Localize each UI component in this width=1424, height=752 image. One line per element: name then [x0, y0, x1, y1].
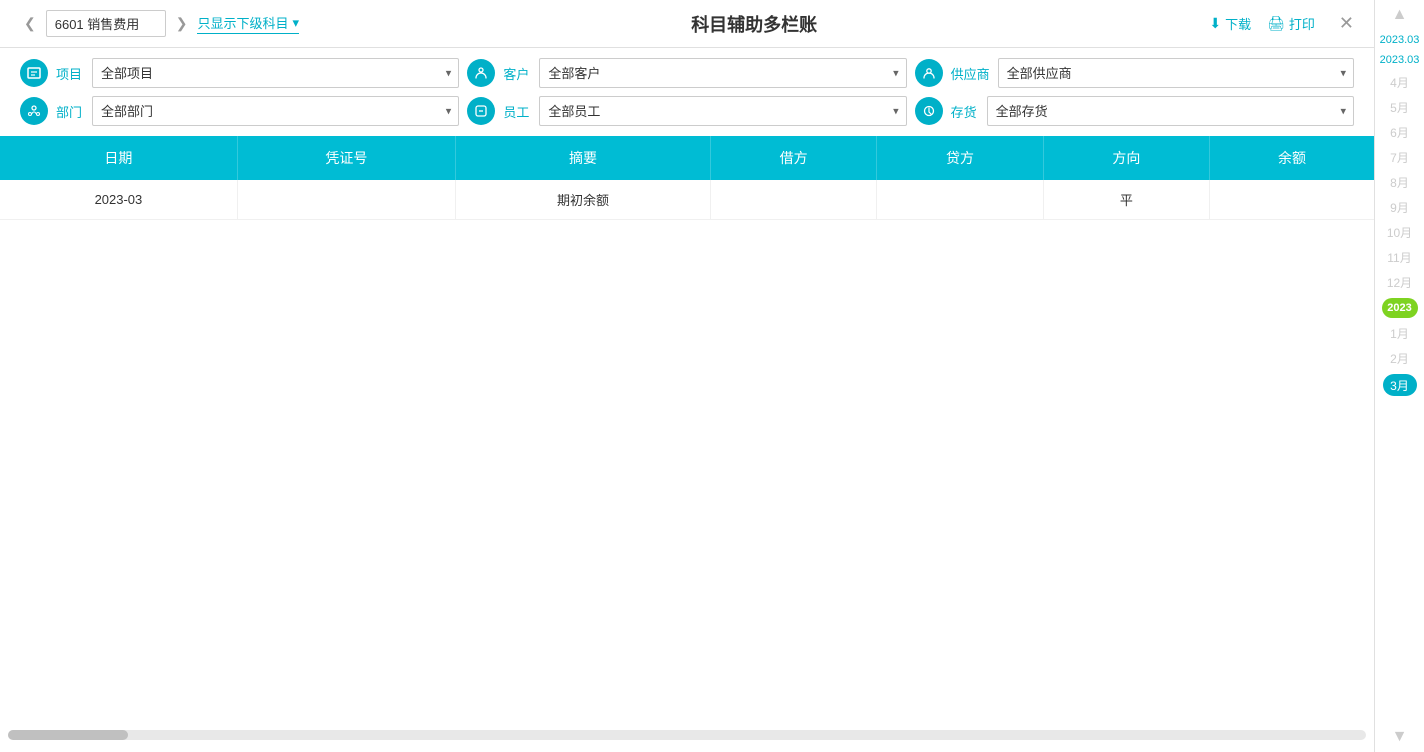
- filter-employee-row: 员工 全部员工: [467, 96, 906, 126]
- sidebar-item-9[interactable]: 9月: [1375, 195, 1424, 220]
- sidebar-item-11[interactable]: 11月: [1375, 245, 1424, 270]
- customer-label: 客户: [503, 64, 531, 83]
- cell-date: 2023-03: [0, 180, 237, 220]
- inventory-label: 存货: [951, 102, 979, 121]
- cell-direction: 平: [1043, 180, 1209, 220]
- timeline-sidebar: ▲ 2023.03 2023.03 4月 5月 6月 7月 8月 9月 10月 …: [1374, 0, 1424, 752]
- page-title: 科目辅助多栏账: [299, 11, 1209, 37]
- print-icon: 🖨: [1267, 15, 1285, 32]
- sidebar-item-2023-03-2[interactable]: 2023.03: [1375, 50, 1424, 70]
- project-label: 项目: [56, 64, 84, 83]
- print-button[interactable]: 🖨 打印: [1267, 14, 1315, 33]
- filter-department-row: 部门 全部部门: [20, 96, 459, 126]
- cell-voucher: [237, 180, 455, 220]
- ledger-table: 日期 凭证号 摘要 借方 贷方 方向 余额 2023-03 期初余额: [0, 136, 1374, 220]
- customer-select[interactable]: 全部客户: [539, 58, 906, 88]
- horizontal-scrollbar[interactable]: [8, 730, 1366, 740]
- cell-summary: 期初余额: [455, 180, 710, 220]
- project-select-wrapper: 全部项目: [92, 58, 459, 88]
- account-code: 6601 销售费用: [46, 10, 166, 37]
- customer-select-wrapper: 全部客户: [539, 58, 906, 88]
- sidebar-item-2023-03-1[interactable]: 2023.03: [1375, 30, 1424, 50]
- sidebar-item-5[interactable]: 5月: [1375, 95, 1424, 120]
- cell-balance: [1210, 180, 1375, 220]
- col-summary: 摘要: [455, 136, 710, 180]
- sidebar-item-3-active[interactable]: 3月: [1383, 374, 1417, 396]
- sidebar-item-4[interactable]: 4月: [1375, 70, 1424, 95]
- sidebar-item-8[interactable]: 8月: [1375, 170, 1424, 195]
- sidebar-item-6[interactable]: 6月: [1375, 120, 1424, 145]
- filter-project-row: 项目 全部项目: [20, 58, 459, 88]
- employee-select[interactable]: 全部员工: [539, 96, 906, 126]
- ledger-table-wrapper: 日期 凭证号 摘要 借方 贷方 方向 余额 2023-03 期初余额: [0, 136, 1374, 220]
- header: ❮ 6601 销售费用 ❯ 只显示下级科目 ▾ 科目辅助多栏账 ⬇ 下载 🖨 打…: [0, 0, 1374, 48]
- supplier-label: 供应商: [951, 64, 990, 83]
- supplier-icon: [915, 59, 943, 87]
- col-debit: 借方: [711, 136, 877, 180]
- inventory-icon: [915, 97, 943, 125]
- sidebar-item-1[interactable]: 1月: [1375, 321, 1424, 346]
- employee-select-wrapper: 全部员工: [539, 96, 906, 126]
- cell-debit: [711, 180, 877, 220]
- filter-supplier-row: 供应商 全部供应商: [915, 58, 1354, 88]
- employee-icon: [467, 97, 495, 125]
- col-credit: 贷方: [877, 136, 1043, 180]
- inventory-select-wrapper: 全部存货: [987, 96, 1354, 126]
- next-account-arrow[interactable]: ❯: [172, 13, 192, 34]
- sidebar-year-2023[interactable]: 2023: [1382, 298, 1418, 318]
- department-select-wrapper: 全部部门: [92, 96, 459, 126]
- sidebar-item-12[interactable]: 12月: [1375, 270, 1424, 295]
- prev-account-arrow[interactable]: ❮: [20, 13, 40, 34]
- close-button[interactable]: ✕: [1339, 13, 1354, 34]
- employee-label: 员工: [503, 102, 531, 121]
- download-icon: ⬇: [1209, 15, 1221, 32]
- sidebar-item-7[interactable]: 7月: [1375, 145, 1424, 170]
- header-actions: ⬇ 下载 🖨 打印 ✕: [1209, 13, 1354, 34]
- header-left: ❮ 6601 销售费用 ❯ 只显示下级科目 ▾: [20, 10, 299, 37]
- show-lower-button[interactable]: 只显示下级科目 ▾: [197, 13, 299, 34]
- department-label: 部门: [56, 102, 84, 121]
- supplier-select[interactable]: 全部供应商: [998, 58, 1354, 88]
- sidebar-down-arrow[interactable]: ▼: [1392, 722, 1408, 752]
- col-voucher: 凭证号: [237, 136, 455, 180]
- project-icon: [20, 59, 48, 87]
- download-button[interactable]: ⬇ 下载: [1209, 14, 1251, 33]
- filter-customer-row: 客户 全部客户: [467, 58, 906, 88]
- sidebar-up-arrow[interactable]: ▲: [1392, 0, 1408, 30]
- department-select[interactable]: 全部部门: [92, 96, 459, 126]
- inventory-select[interactable]: 全部存货: [987, 96, 1354, 126]
- scrollbar-thumb: [8, 730, 128, 740]
- supplier-select-wrapper: 全部供应商: [998, 58, 1354, 88]
- project-select[interactable]: 全部项目: [92, 58, 459, 88]
- col-direction: 方向: [1043, 136, 1209, 180]
- sidebar-item-10[interactable]: 10月: [1375, 220, 1424, 245]
- col-date: 日期: [0, 136, 237, 180]
- sidebar-item-2[interactable]: 2月: [1375, 346, 1424, 371]
- department-icon: [20, 97, 48, 125]
- cell-credit: [877, 180, 1043, 220]
- filter-inventory-row: 存货 全部存货: [915, 96, 1354, 126]
- col-balance: 余额: [1210, 136, 1375, 180]
- customer-icon: [467, 59, 495, 87]
- filter-bar: 项目 全部项目 客户 全部客户: [0, 48, 1374, 136]
- table-row: 2023-03 期初余额 平: [0, 180, 1374, 220]
